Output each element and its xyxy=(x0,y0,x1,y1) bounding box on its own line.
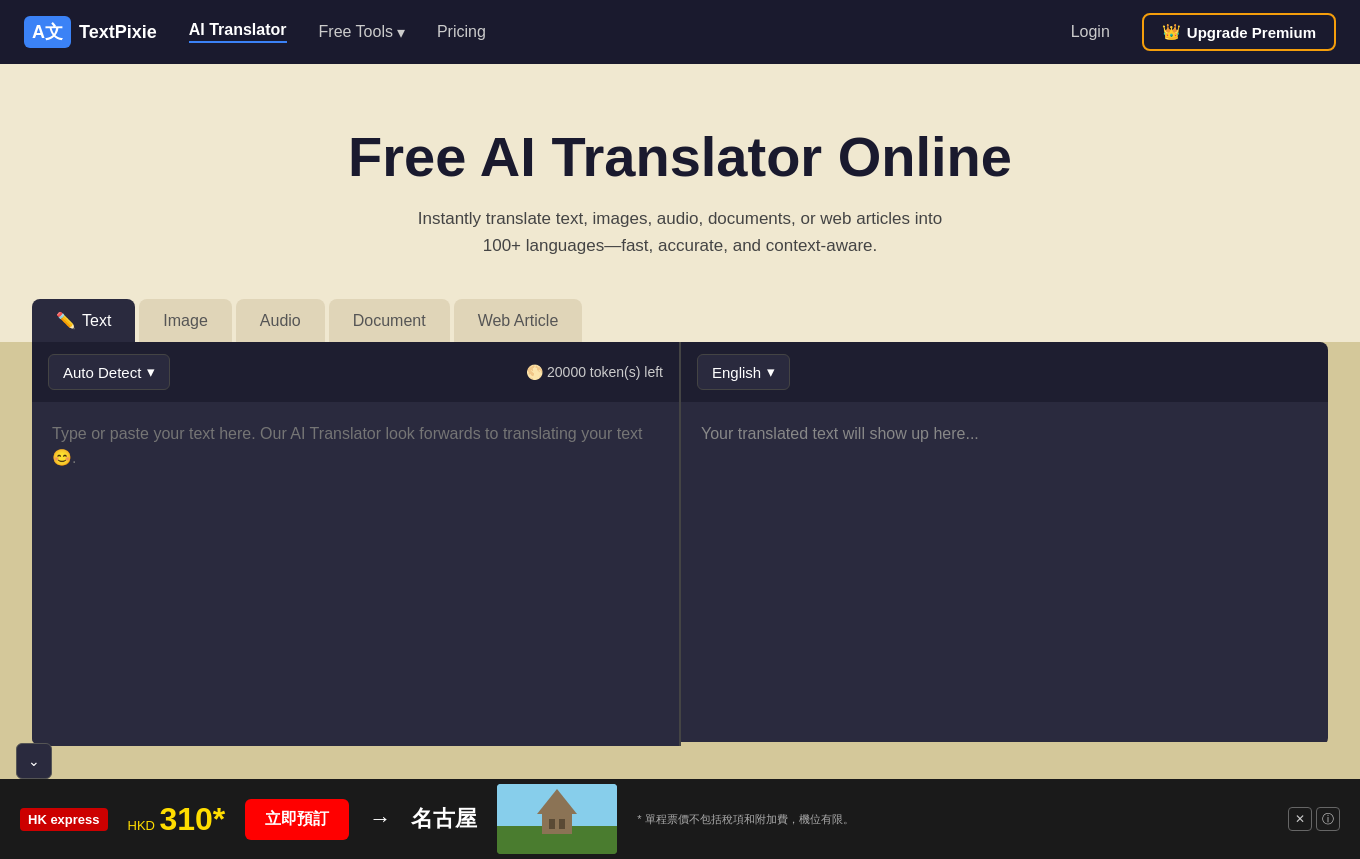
chevron-down-icon: ▾ xyxy=(397,23,405,42)
ad-hkd-prefix: HKD xyxy=(128,818,155,833)
tab-document-label: Document xyxy=(353,312,426,330)
upgrade-premium-button[interactable]: 👑 Upgrade Premium xyxy=(1142,13,1336,51)
source-lang-label: Auto Detect xyxy=(63,364,141,381)
hero-subtitle: Instantly translate text, images, audio,… xyxy=(20,205,1340,259)
nav-free-tools-label: Free Tools xyxy=(319,23,393,41)
target-panel: English ▾ Your translated text will show… xyxy=(681,342,1328,746)
ad-info-button[interactable]: ⓘ xyxy=(1316,807,1340,831)
tab-audio[interactable]: Audio xyxy=(236,299,325,342)
ad-cta-label: 立即預訂 xyxy=(265,810,329,827)
translator-wrapper: Auto Detect ▾ 🌕 20000 token(s) left Engl… xyxy=(32,342,1328,746)
logo-name-text: TextPixie xyxy=(79,22,157,43)
translated-output: Your translated text will show up here..… xyxy=(681,402,1328,742)
target-language-selector[interactable]: English ▾ xyxy=(697,354,790,390)
source-textarea-wrapper xyxy=(32,402,679,746)
logo-icon: A文 xyxy=(24,16,71,48)
ad-price: 310* xyxy=(159,801,225,837)
output-placeholder-text: Your translated text will show up here..… xyxy=(701,425,979,442)
tab-list: ✏️ Text Image Audio Document Web Article xyxy=(32,299,1328,342)
ad-disclaimer: * 單程票價不包括稅項和附加費，機位有限。 xyxy=(637,812,853,827)
translator-panels: Auto Detect ▾ 🌕 20000 token(s) left Engl… xyxy=(32,342,1328,746)
tokens-badge: 🌕 20000 token(s) left xyxy=(526,364,663,380)
hero-section: Free AI Translator Online Instantly tran… xyxy=(0,64,1360,299)
ad-destination: 名古屋 xyxy=(411,804,477,834)
source-panel: Auto Detect ▾ 🌕 20000 token(s) left xyxy=(32,342,679,746)
ad-content: HK express HKD 310* 立即預訂 → 名古屋 * 單程票價不包括… xyxy=(20,784,1280,854)
tabs-container: ✏️ Text Image Audio Document Web Article xyxy=(0,299,1360,342)
tab-web-article-label: Web Article xyxy=(478,312,559,330)
svg-rect-4 xyxy=(549,819,555,829)
dropdown-arrow-icon: ▾ xyxy=(767,363,775,381)
ad-arrow-icon: → xyxy=(369,806,391,832)
svg-rect-3 xyxy=(542,814,572,834)
target-panel-header: English ▾ xyxy=(681,342,1328,402)
ad-banner: HK express HKD 310* 立即預訂 → 名古屋 * 單程票價不包括… xyxy=(0,779,1360,859)
tab-text[interactable]: ✏️ Text xyxy=(32,299,135,342)
ad-cta-button[interactable]: 立即預訂 xyxy=(245,799,349,840)
ad-brand-label: HK express xyxy=(28,812,100,827)
pencil-icon: ✏️ xyxy=(56,311,76,330)
svg-rect-5 xyxy=(559,819,565,829)
expand-button[interactable]: ⌄ xyxy=(16,743,52,779)
translator-section: Auto Detect ▾ 🌕 20000 token(s) left Engl… xyxy=(0,342,1360,786)
source-panel-header: Auto Detect ▾ 🌕 20000 token(s) left xyxy=(32,342,679,402)
ad-close-button[interactable]: ✕ xyxy=(1288,807,1312,831)
tab-image[interactable]: Image xyxy=(139,299,231,342)
nav-free-tools[interactable]: Free Tools ▾ xyxy=(319,23,405,42)
ad-price-section: HKD 310* xyxy=(128,801,226,838)
logo[interactable]: A文 TextPixie xyxy=(24,16,157,48)
nav-pricing[interactable]: Pricing xyxy=(437,23,486,41)
source-language-selector[interactable]: Auto Detect ▾ xyxy=(48,354,170,390)
tab-image-label: Image xyxy=(163,312,207,330)
ad-castle-image xyxy=(497,784,617,854)
hero-subtitle-line2: 100+ languages—fast, accurate, and conte… xyxy=(483,236,878,255)
crown-icon: 👑 xyxy=(1162,23,1181,41)
tab-text-label: Text xyxy=(82,312,111,330)
chevron-down-icon: ⌄ xyxy=(28,753,40,769)
tab-web-article[interactable]: Web Article xyxy=(454,299,583,342)
hero-subtitle-line1: Instantly translate text, images, audio,… xyxy=(418,209,942,228)
ad-brand-logo: HK express xyxy=(20,808,108,831)
hero-title: Free AI Translator Online xyxy=(20,124,1340,189)
logo-brand-text: A文 xyxy=(32,20,63,44)
tab-audio-label: Audio xyxy=(260,312,301,330)
dropdown-arrow-icon: ▾ xyxy=(147,363,155,381)
navbar: A文 TextPixie AI Translator Free Tools ▾ … xyxy=(0,0,1360,64)
login-button[interactable]: Login xyxy=(1071,23,1110,41)
nav-ai-translator[interactable]: AI Translator xyxy=(189,21,287,43)
source-textarea[interactable] xyxy=(32,402,679,742)
upgrade-label: Upgrade Premium xyxy=(1187,24,1316,41)
tab-document[interactable]: Document xyxy=(329,299,450,342)
target-lang-label: English xyxy=(712,364,761,381)
